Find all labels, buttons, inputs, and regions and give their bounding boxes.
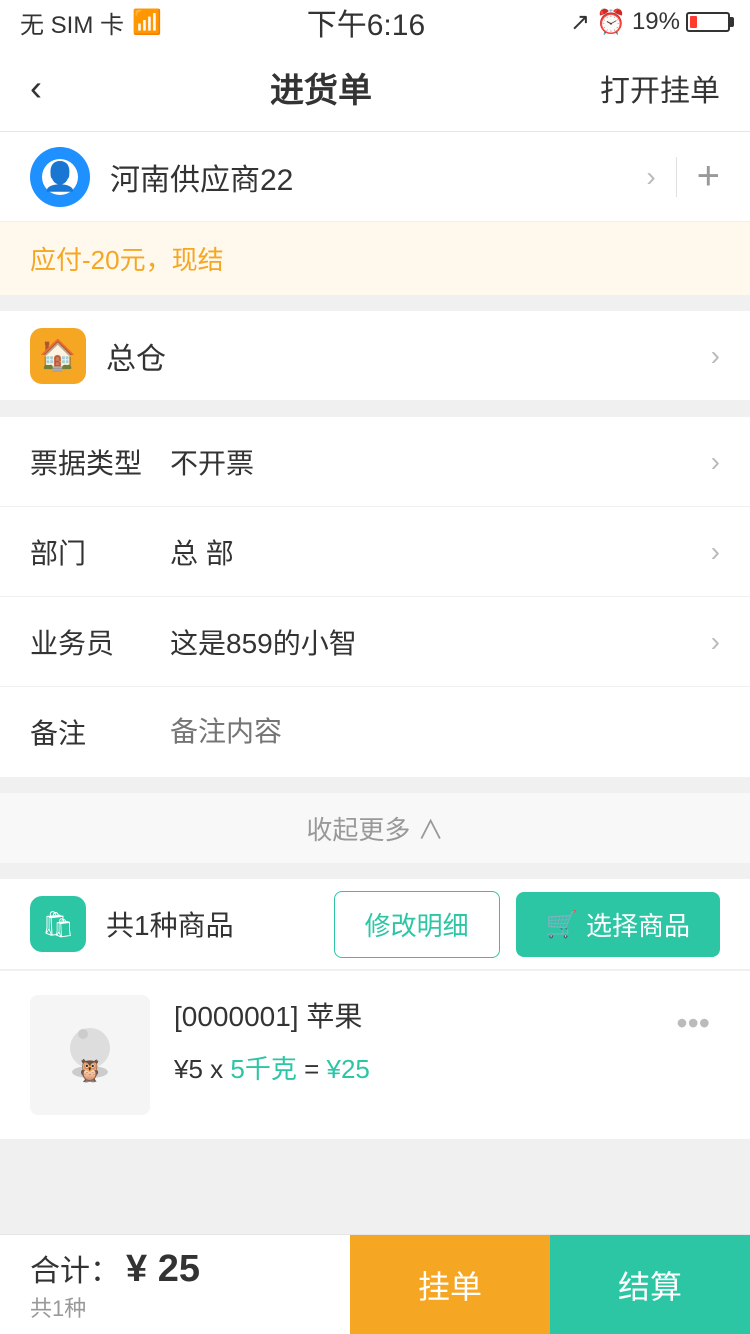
location-icon: ↗ <box>570 8 590 37</box>
total-label: 合计： <box>30 1246 120 1290</box>
product-more-button[interactable]: ••• <box>666 995 720 1052</box>
nav-bar: ‹ 进货单 打开挂单 <box>0 44 750 132</box>
bottom-total: 合计： ¥ 25 共1种 <box>0 1246 350 1323</box>
remark-label: 备注 <box>30 712 150 752</box>
back-button[interactable]: ‹ <box>30 67 42 109</box>
total-main: 合计： ¥ 25 <box>30 1246 320 1291</box>
status-left: 无 SIM 卡 📶 <box>20 5 162 40</box>
remark-input[interactable] <box>150 716 720 748</box>
checkout-button[interactable]: 结算 <box>550 1235 750 1334</box>
collapse-bar[interactable]: 收起更多 ∧ <box>0 793 750 863</box>
notice-bar: 应付-20元，现结 <box>0 222 750 295</box>
add-supplier-button[interactable]: + <box>697 154 720 199</box>
warehouse-icon: 🏠 <box>30 328 86 384</box>
hang-button[interactable]: 挂单 <box>350 1235 550 1334</box>
ticket-type-chevron-icon: › <box>711 446 720 478</box>
bottom-bar: 合计： ¥ 25 共1种 挂单 结算 <box>0 1234 750 1334</box>
department-chevron-icon: › <box>711 536 720 568</box>
product-name: [0000001] 苹果 <box>174 995 666 1035</box>
salesperson-chevron-icon: › <box>711 626 720 658</box>
product-thumb-icon: 🦉 <box>55 1020 125 1090</box>
select-product-button[interactable]: 🛒 选择商品 <box>516 892 720 957</box>
notice-text: 应付-20元，现结 <box>30 245 224 275</box>
salesperson-row[interactable]: 业务员 这是859的小智 › <box>0 597 750 687</box>
page-title: 进货单 <box>270 63 372 112</box>
carrier-label: 无 SIM 卡 <box>20 5 124 40</box>
product-count-label: 共1种商品 <box>106 904 334 944</box>
product-icon: 🛍 <box>30 896 86 952</box>
warehouse-label: 总仓 <box>106 334 711 378</box>
divider <box>676 157 677 197</box>
total-sub: 共1种 <box>30 1291 320 1323</box>
product-info: [0000001] 苹果 ¥5 x 5千克 = ¥25 <box>174 995 666 1086</box>
product-card: 🦉 [0000001] 苹果 ¥5 x 5千克 = ¥25 ••• <box>0 971 750 1139</box>
alarm-icon: ⏰ <box>596 8 626 37</box>
supplier-chevron-icon: › <box>646 161 655 193</box>
qty-value: 5千克 <box>230 1054 296 1084</box>
cart-icon: 🛒 <box>546 909 578 940</box>
ticket-type-label: 票据类型 <box>30 442 150 482</box>
status-right: ↗ ⏰ 19% <box>570 8 730 37</box>
time-label: 下午6:16 <box>307 0 425 44</box>
status-bar: 无 SIM 卡 📶 下午6:16 ↗ ⏰ 19% <box>0 0 750 44</box>
battery-indicator <box>686 12 730 32</box>
ticket-type-value: 不开票 <box>150 442 711 482</box>
battery-percent: 19% <box>632 8 680 36</box>
product-header: 🛍 共1种商品 修改明细 🛒 选择商品 <box>0 879 750 969</box>
supplier-name: 河南供应商22 <box>110 155 646 199</box>
warehouse-row[interactable]: 🏠 总仓 › <box>0 311 750 401</box>
product-thumbnail: 🦉 <box>30 995 150 1115</box>
avatar-inner: 👤 <box>42 159 78 195</box>
price-value: ¥5 <box>174 1054 203 1084</box>
select-product-label: 选择商品 <box>586 906 690 943</box>
form-section: 票据类型 不开票 › 部门 总 部 › 业务员 这是859的小智 › 备注 <box>0 417 750 777</box>
main-content: 👤 河南供应商22 › + 应付-20元，现结 🏠 总仓 › 票据类型 不开票 … <box>0 132 750 1255</box>
wifi-icon: 📶 <box>132 8 162 37</box>
department-row[interactable]: 部门 总 部 › <box>0 507 750 597</box>
person-icon: 👤 <box>43 160 78 193</box>
svg-text:🦉: 🦉 <box>76 1058 103 1083</box>
salesperson-label: 业务员 <box>30 622 150 662</box>
product-price: ¥5 x 5千克 = ¥25 <box>174 1049 666 1086</box>
collapse-label: 收起更多 ∧ <box>306 810 443 847</box>
supplier-section: 👤 河南供应商22 › + 应付-20元，现结 <box>0 132 750 295</box>
salesperson-value: 这是859的小智 <box>150 622 711 662</box>
edit-detail-button[interactable]: 修改明细 <box>334 891 500 958</box>
multiply-sign: x <box>210 1054 230 1084</box>
total-amount: ¥ 25 <box>126 1248 200 1291</box>
product-code: [0000001] <box>174 1001 299 1032</box>
supplier-row[interactable]: 👤 河南供应商22 › + <box>0 132 750 222</box>
warehouse-chevron-icon: › <box>711 340 720 372</box>
product-title: 苹果 <box>306 1001 362 1032</box>
battery-fill <box>690 16 697 28</box>
total-value: ¥25 <box>327 1054 370 1084</box>
supplier-avatar: 👤 <box>30 147 90 207</box>
department-value: 总 部 <box>150 532 711 572</box>
warehouse-section: 🏠 总仓 › <box>0 311 750 401</box>
ticket-type-row[interactable]: 票据类型 不开票 › <box>0 417 750 507</box>
open-hang-button[interactable]: 打开挂单 <box>600 66 720 110</box>
department-label: 部门 <box>30 532 150 572</box>
remark-row: 备注 <box>0 687 750 777</box>
equals-sign: = <box>304 1054 326 1084</box>
